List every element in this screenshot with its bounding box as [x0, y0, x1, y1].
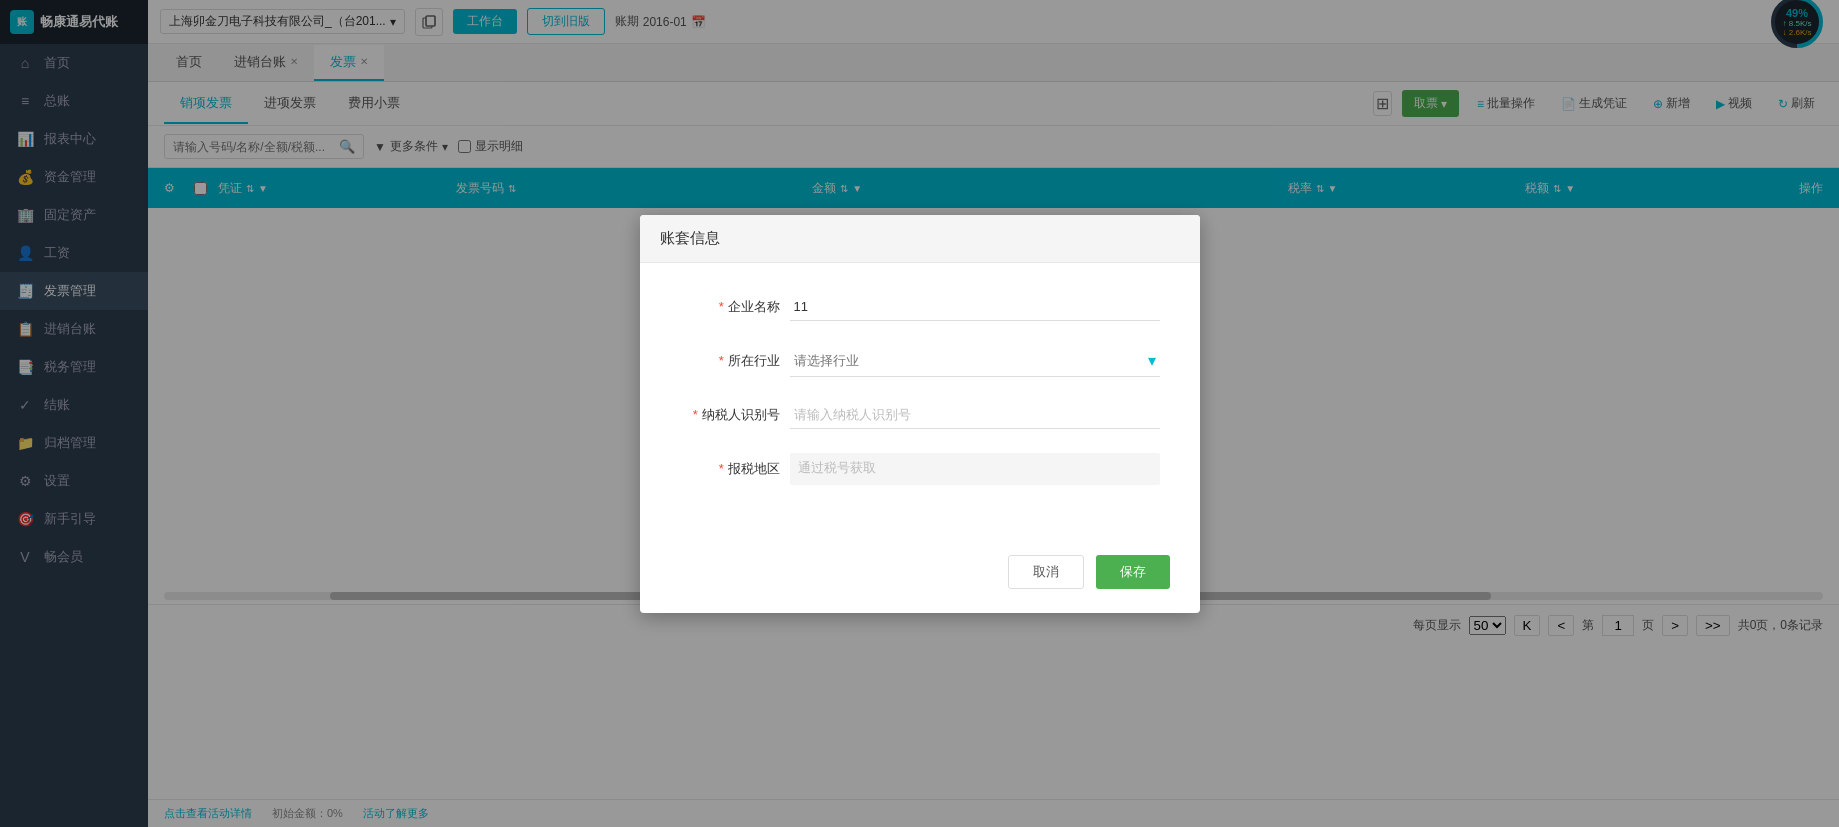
- enterprise-name-input[interactable]: [790, 293, 1160, 321]
- form-row-tax-id: 纳税人识别号: [680, 401, 1160, 429]
- tax-id-label: 纳税人识别号: [680, 406, 780, 424]
- form-row-tax-region: 报税地区 通过税号获取: [680, 453, 1160, 485]
- modal-title: 账套信息: [660, 229, 720, 246]
- industry-input[interactable]: [794, 353, 1148, 368]
- modal-body: 企业名称 所在行业 ▾ 纳税人识别号 报税地区 通过税号获取: [640, 263, 1200, 539]
- modal-overlay: 账套信息 企业名称 所在行业 ▾ 纳税人识别号: [0, 0, 1839, 827]
- industry-select-wrap[interactable]: ▾: [790, 345, 1160, 377]
- modal-header: 账套信息: [640, 215, 1200, 263]
- save-button[interactable]: 保存: [1096, 555, 1170, 589]
- tax-region-display: 通过税号获取: [790, 453, 1160, 485]
- modal-footer: 取消 保存: [640, 539, 1200, 613]
- industry-dropdown-icon[interactable]: ▾: [1148, 351, 1156, 370]
- enterprise-name-label: 企业名称: [680, 298, 780, 316]
- cancel-button[interactable]: 取消: [1008, 555, 1084, 589]
- tax-id-input[interactable]: [790, 401, 1160, 429]
- account-info-modal: 账套信息 企业名称 所在行业 ▾ 纳税人识别号: [640, 215, 1200, 613]
- tax-region-label: 报税地区: [680, 460, 780, 478]
- form-row-enterprise: 企业名称: [680, 293, 1160, 321]
- form-row-industry: 所在行业 ▾: [680, 345, 1160, 377]
- industry-label: 所在行业: [680, 352, 780, 370]
